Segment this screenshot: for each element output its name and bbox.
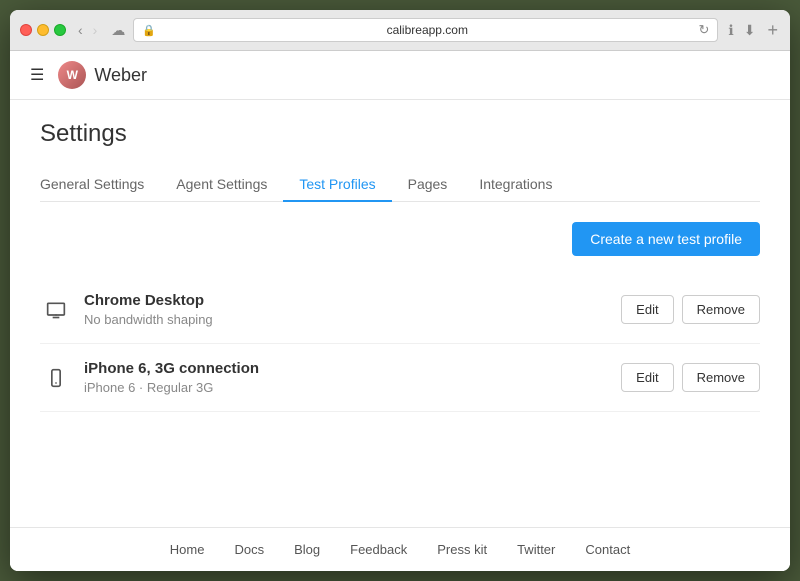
profile-item: Chrome Desktop No bandwidth shaping Edit… xyxy=(40,276,760,344)
remove-profile-button[interactable]: Remove xyxy=(682,363,760,392)
minimize-button[interactable] xyxy=(37,24,49,36)
main-content: Settings General Settings Agent Settings… xyxy=(10,100,790,527)
footer-link-feedback[interactable]: Feedback xyxy=(350,542,407,557)
url-text: calibreapp.com xyxy=(160,23,694,37)
footer-link-contact[interactable]: Contact xyxy=(585,542,630,557)
icloud-icon: ☁ xyxy=(111,22,125,39)
profile-list: Chrome Desktop No bandwidth shaping Edit… xyxy=(40,276,760,412)
browser-chrome: ‹ › ☁ 🔒 calibreapp.com ↻ ℹ ⬇ + xyxy=(10,10,790,51)
footer-link-blog[interactable]: Blog xyxy=(294,542,320,557)
maximize-button[interactable] xyxy=(54,24,66,36)
download-button[interactable]: ⬇ xyxy=(742,20,758,41)
footer-link-twitter[interactable]: Twitter xyxy=(517,542,555,557)
page-title: Settings xyxy=(40,120,760,148)
app-logo: W xyxy=(58,61,86,89)
app-name: Weber xyxy=(94,65,147,86)
address-bar[interactable]: 🔒 calibreapp.com ↻ xyxy=(133,18,718,42)
traffic-lights xyxy=(20,24,66,36)
tab-general-settings[interactable]: General Settings xyxy=(40,168,160,202)
back-button[interactable]: ‹ xyxy=(74,21,87,39)
lock-icon: 🔒 xyxy=(142,24,156,37)
close-button[interactable] xyxy=(20,24,32,36)
app-footer: Home Docs Blog Feedback Press kit Twitte… xyxy=(10,527,790,571)
profile-actions: Edit Remove xyxy=(621,295,760,324)
app-nav: ☰ W Weber xyxy=(10,51,790,100)
profile-name: iPhone 6, 3G connection xyxy=(84,360,621,377)
remove-profile-button[interactable]: Remove xyxy=(682,295,760,324)
info-button[interactable]: ℹ xyxy=(726,20,735,41)
tab-integrations[interactable]: Integrations xyxy=(463,168,568,202)
nav-buttons: ‹ › xyxy=(74,21,101,39)
edit-profile-button[interactable]: Edit xyxy=(621,363,673,392)
footer-link-press-kit[interactable]: Press kit xyxy=(437,542,487,557)
browser-actions: ℹ ⬇ xyxy=(726,20,757,41)
profile-desc: No bandwidth shaping xyxy=(84,312,621,327)
tab-test-profiles[interactable]: Test Profiles xyxy=(283,168,391,202)
forward-button[interactable]: › xyxy=(89,21,102,39)
create-test-profile-button[interactable]: Create a new test profile xyxy=(572,222,760,256)
profile-info: iPhone 6, 3G connection iPhone 6 · Regul… xyxy=(84,360,621,395)
profile-actions: Edit Remove xyxy=(621,363,760,392)
hamburger-button[interactable]: ☰ xyxy=(30,63,50,87)
tab-pages[interactable]: Pages xyxy=(392,168,464,202)
profile-desc: iPhone 6 · Regular 3G xyxy=(84,380,621,395)
mobile-icon xyxy=(40,362,72,394)
app-content: ☰ W Weber Settings General Settings Agen… xyxy=(10,51,790,571)
footer-link-docs[interactable]: Docs xyxy=(234,542,264,557)
profile-info: Chrome Desktop No bandwidth shaping xyxy=(84,292,621,327)
tabs: General Settings Agent Settings Test Pro… xyxy=(40,168,760,202)
edit-profile-button[interactable]: Edit xyxy=(621,295,673,324)
browser-window: ‹ › ☁ 🔒 calibreapp.com ↻ ℹ ⬇ + ☰ W Weber… xyxy=(10,10,790,571)
footer-link-home[interactable]: Home xyxy=(170,542,205,557)
action-row: Create a new test profile xyxy=(40,222,760,256)
desktop-icon xyxy=(40,294,72,326)
tab-agent-settings[interactable]: Agent Settings xyxy=(160,168,283,202)
reload-icon: ↻ xyxy=(699,22,710,38)
profile-item: iPhone 6, 3G connection iPhone 6 · Regul… xyxy=(40,344,760,412)
new-tab-button[interactable]: + xyxy=(765,21,780,39)
profile-name: Chrome Desktop xyxy=(84,292,621,309)
